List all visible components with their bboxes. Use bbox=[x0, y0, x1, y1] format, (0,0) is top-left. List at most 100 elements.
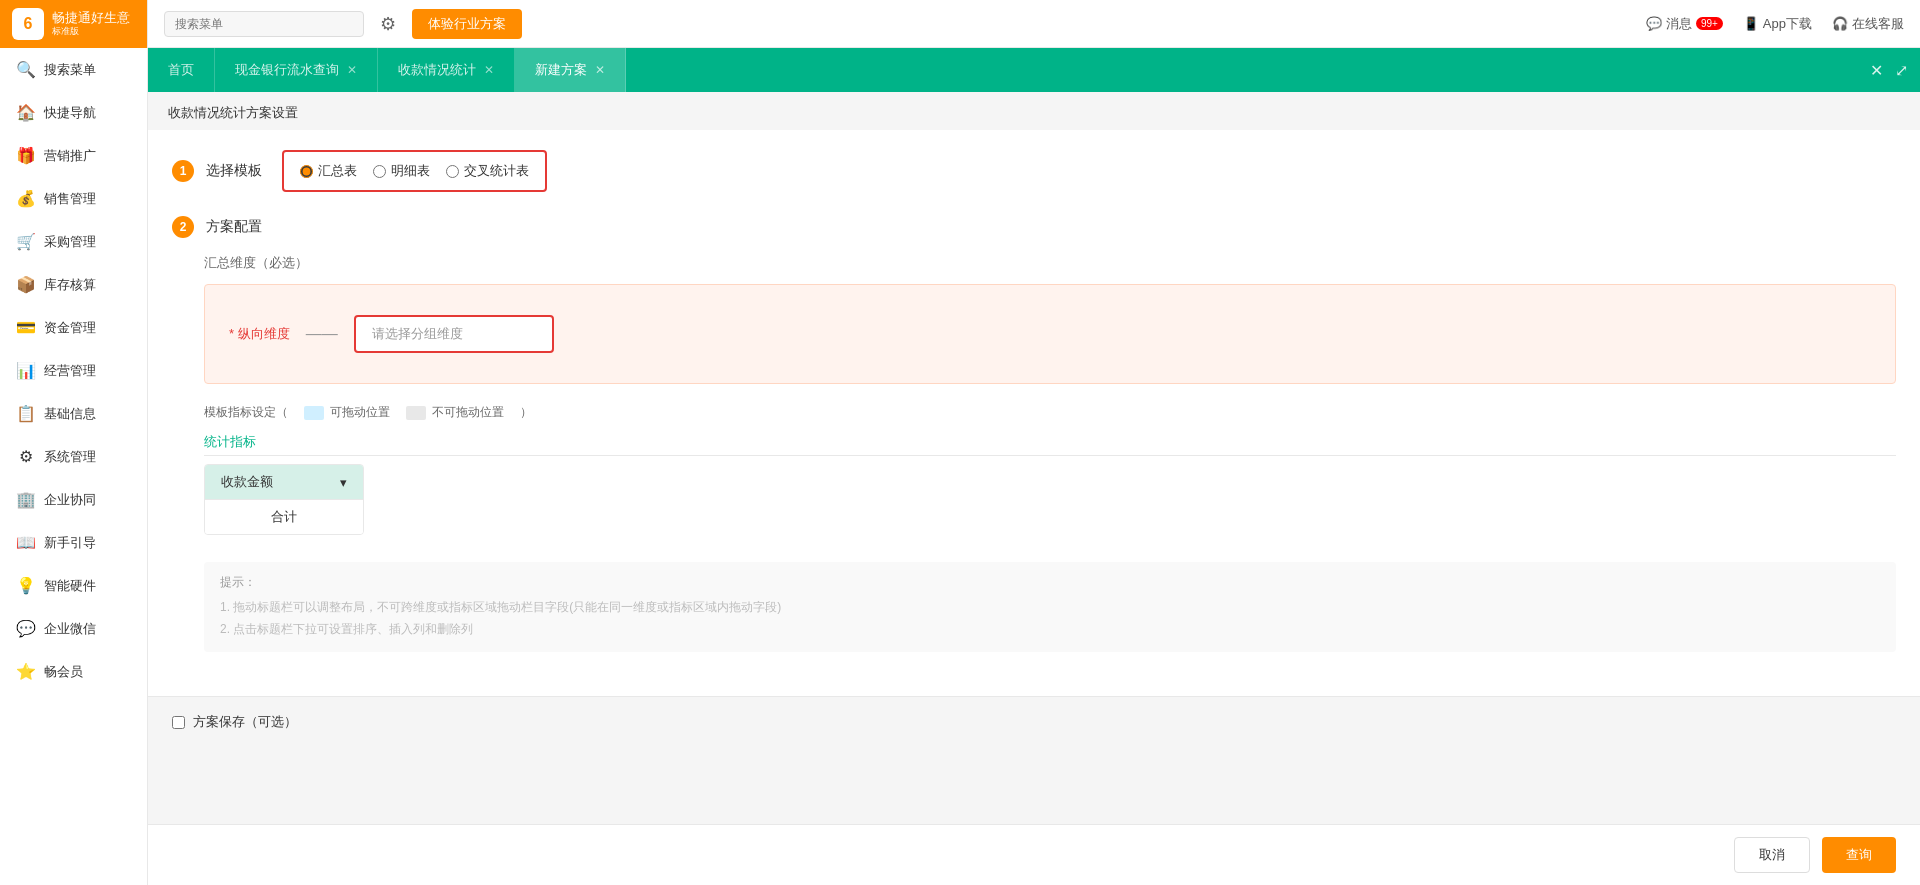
sidebar-item-label: 搜索菜单 bbox=[44, 61, 96, 79]
tab-receipt-stat-label: 收款情况统计 bbox=[398, 61, 476, 79]
radio-summary[interactable]: 汇总表 bbox=[300, 162, 357, 180]
chart-icon: 📊 bbox=[16, 361, 36, 380]
tab-bar: 首页 现金银行流水查询 ✕ 收款情况统计 ✕ 新建方案 ✕ ✕ ⤢ bbox=[148, 48, 1920, 92]
sidebar-item-inventory[interactable]: 📦 库存核算 bbox=[0, 263, 147, 306]
message-label: 消息 bbox=[1666, 15, 1692, 33]
step2-title: 方案配置 bbox=[206, 218, 262, 236]
sidebar-item-management[interactable]: 📊 经营管理 bbox=[0, 349, 147, 392]
sidebar-item-label: 资金管理 bbox=[44, 319, 96, 337]
download-label: App下载 bbox=[1763, 15, 1812, 33]
query-button[interactable]: 查询 bbox=[1822, 837, 1896, 873]
download-item[interactable]: 📱 App下载 bbox=[1743, 15, 1812, 33]
tab-expand-icon[interactable]: ⤢ bbox=[1895, 61, 1908, 80]
tab-bank-flow[interactable]: 现金银行流水查询 ✕ bbox=[215, 48, 378, 92]
sidebar-item-system[interactable]: ⚙ 系统管理 bbox=[0, 435, 147, 478]
tab-close-all-icon[interactable]: ✕ bbox=[1870, 61, 1883, 80]
metrics-header-cell[interactable]: 收款金额 ▾ bbox=[205, 465, 363, 499]
radio-detail-label: 明细表 bbox=[391, 162, 430, 180]
dimension-config: 汇总维度（必选） * 纵向维度 —— 请选择分组维度 模板指标设定（ bbox=[204, 254, 1896, 652]
sidebar-item-label: 企业协同 bbox=[44, 491, 96, 509]
header-right: 💬 消息 99+ 📱 App下载 🎧 在线客服 bbox=[1646, 15, 1904, 33]
tab-new-plan-close[interactable]: ✕ bbox=[595, 63, 605, 77]
logo-icon: 6 bbox=[12, 8, 44, 40]
service-icon: 🎧 bbox=[1832, 16, 1848, 31]
bulb-icon: 💡 bbox=[16, 576, 36, 595]
radio-summary-input[interactable] bbox=[300, 165, 313, 178]
cancel-button[interactable]: 取消 bbox=[1734, 837, 1810, 873]
card-icon: 💳 bbox=[16, 318, 36, 337]
dimension-input-box[interactable]: 请选择分组维度 bbox=[354, 315, 554, 353]
tab-new-plan[interactable]: 新建方案 ✕ bbox=[515, 48, 626, 92]
search-area bbox=[164, 11, 364, 37]
footer-bar: 取消 查询 bbox=[148, 824, 1920, 885]
sidebar-item-label: 销售管理 bbox=[44, 190, 96, 208]
radio-detail[interactable]: 明细表 bbox=[373, 162, 430, 180]
hint-close: ） bbox=[520, 404, 532, 421]
gear-settings-icon[interactable]: ⚙ bbox=[380, 13, 396, 35]
building-icon: 🏢 bbox=[16, 490, 36, 509]
template-select-box: 汇总表 明细表 交叉统计表 bbox=[282, 150, 547, 192]
radio-cross-input[interactable] bbox=[446, 165, 459, 178]
sidebar-item-label: 采购管理 bbox=[44, 233, 96, 251]
sidebar-item-label: 企业微信 bbox=[44, 620, 96, 638]
sidebar-item-finance[interactable]: 💳 资金管理 bbox=[0, 306, 147, 349]
dimension-area: * 纵向维度 —— 请选择分组维度 bbox=[204, 284, 1896, 384]
sidebar-item-search[interactable]: 🔍 搜索菜单 bbox=[0, 48, 147, 91]
sidebar-item-enterprise[interactable]: 🏢 企业协同 bbox=[0, 478, 147, 521]
sidebar-item-quick-nav[interactable]: 🏠 快捷导航 bbox=[0, 91, 147, 134]
sidebar-item-guide[interactable]: 📖 新手引导 bbox=[0, 521, 147, 564]
column-dropdown-icon[interactable]: ▾ bbox=[340, 475, 347, 490]
service-item[interactable]: 🎧 在线客服 bbox=[1832, 15, 1904, 33]
sidebar-item-label: 新手引导 bbox=[44, 534, 96, 552]
message-item[interactable]: 💬 消息 99+ bbox=[1646, 15, 1723, 33]
save-checkbox[interactable] bbox=[172, 716, 185, 729]
tab-home[interactable]: 首页 bbox=[148, 48, 215, 92]
sidebar-item-member[interactable]: ⭐ 畅会员 bbox=[0, 650, 147, 693]
gift-icon: 🎁 bbox=[16, 146, 36, 165]
sidebar-logo: 6 畅捷通好生意 标准版 bbox=[0, 0, 147, 48]
sidebar-item-purchase[interactable]: 🛒 采购管理 bbox=[0, 220, 147, 263]
radio-cross[interactable]: 交叉统计表 bbox=[446, 162, 529, 180]
clipboard-icon: 📋 bbox=[16, 404, 36, 423]
stats-label: 统计指标 bbox=[204, 433, 1896, 456]
radio-detail-input[interactable] bbox=[373, 165, 386, 178]
search-icon: 🔍 bbox=[16, 60, 36, 79]
hint-not-draggable-label: 不可拖动位置 bbox=[432, 404, 504, 421]
step1-badge: 1 bbox=[172, 160, 194, 182]
tab-home-label: 首页 bbox=[168, 61, 194, 79]
metrics-data-cell: 合计 bbox=[205, 499, 363, 534]
sidebar-item-label: 经营管理 bbox=[44, 362, 96, 380]
sidebar-item-sales[interactable]: 💰 销售管理 bbox=[0, 177, 147, 220]
metrics-table: 收款金额 ▾ 合计 bbox=[204, 464, 364, 535]
step1-section: 1 选择模板 汇总表 明细表 bbox=[172, 150, 1896, 192]
tab-new-plan-label: 新建方案 bbox=[535, 61, 587, 79]
search-input[interactable] bbox=[164, 11, 364, 37]
hint-draggable: 可拖动位置 bbox=[304, 404, 390, 421]
tab-receipt-stat[interactable]: 收款情况统计 ✕ bbox=[378, 48, 515, 92]
column-header-label: 收款金额 bbox=[221, 473, 273, 491]
sidebar-item-wechat[interactable]: 💬 企业微信 bbox=[0, 607, 147, 650]
breadcrumb: 收款情况统计方案设置 bbox=[168, 105, 298, 120]
sidebar-item-marketing[interactable]: 🎁 营销推广 bbox=[0, 134, 147, 177]
step1-row: 1 选择模板 汇总表 明细表 bbox=[172, 150, 1896, 192]
sidebar-item-label: 快捷导航 bbox=[44, 104, 96, 122]
tab-bank-flow-close[interactable]: ✕ bbox=[347, 63, 357, 77]
sidebar-item-basic[interactable]: 📋 基础信息 bbox=[0, 392, 147, 435]
box-icon: 📦 bbox=[16, 275, 36, 294]
star-icon: ⭐ bbox=[16, 662, 36, 681]
sidebar-item-label: 营销推广 bbox=[44, 147, 96, 165]
tab-receipt-stat-close[interactable]: ✕ bbox=[484, 63, 494, 77]
chat-icon: 💬 bbox=[16, 619, 36, 638]
vertical-dimension-label: * 纵向维度 bbox=[229, 325, 290, 343]
sidebar-item-label: 基础信息 bbox=[44, 405, 96, 423]
content-header: 收款情况统计方案设置 bbox=[148, 92, 1920, 130]
content-body: 1 选择模板 汇总表 明细表 bbox=[148, 130, 1920, 696]
cart-icon: 🛒 bbox=[16, 232, 36, 251]
hint-box-blue bbox=[304, 406, 324, 420]
book-icon: 📖 bbox=[16, 533, 36, 552]
radio-group: 汇总表 明细表 交叉统计表 bbox=[300, 162, 529, 180]
metrics-config-label: 模板指标设定（ bbox=[204, 404, 288, 421]
tips-item-1: 1. 拖动标题栏可以调整布局，不可跨维度或指标区域拖动栏目字段(只能在同一维度或… bbox=[220, 597, 1880, 619]
trial-button[interactable]: 体验行业方案 bbox=[412, 9, 522, 39]
sidebar-item-hardware[interactable]: 💡 智能硬件 bbox=[0, 564, 147, 607]
